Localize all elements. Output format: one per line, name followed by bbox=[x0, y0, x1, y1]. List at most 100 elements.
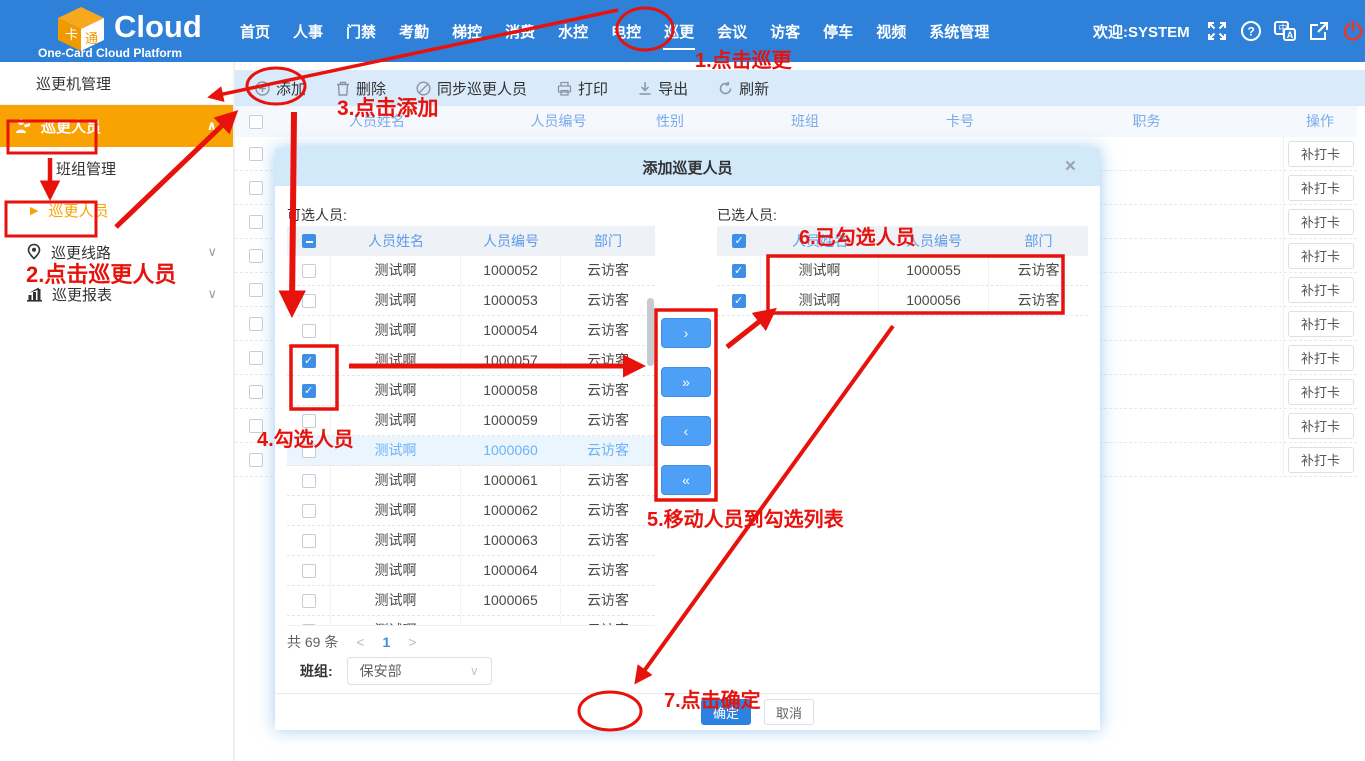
row-checkbox[interactable] bbox=[302, 564, 316, 578]
nav-item[interactable]: 访客 bbox=[768, 17, 802, 46]
add-button[interactable]: 添加 bbox=[255, 78, 306, 99]
available-row[interactable]: 测试啊 1000061 云访客 bbox=[287, 466, 655, 496]
row-checkbox[interactable] bbox=[249, 283, 263, 297]
patch-card-button[interactable]: 补打卡 bbox=[1288, 413, 1354, 439]
patch-card-button[interactable]: 补打卡 bbox=[1288, 277, 1354, 303]
row-checkbox[interactable] bbox=[249, 385, 263, 399]
selected-row[interactable]: 测试啊 1000056 云访客 bbox=[717, 286, 1088, 316]
patch-card-button[interactable]: 补打卡 bbox=[1288, 175, 1354, 201]
help-icon[interactable]: ? bbox=[1239, 19, 1263, 43]
export-button[interactable]: 导出 bbox=[638, 78, 688, 99]
sidebar-item-machine-mgmt[interactable]: 巡更机管理 bbox=[0, 62, 233, 105]
patch-card-button[interactable]: 补打卡 bbox=[1288, 447, 1354, 473]
available-row[interactable]: 测试啊 1000062 云访客 bbox=[287, 496, 655, 526]
patch-card-button[interactable]: 补打卡 bbox=[1288, 141, 1354, 167]
nav-item[interactable]: 首页 bbox=[238, 17, 272, 46]
scrollbar-thumb[interactable] bbox=[647, 298, 654, 366]
sidebar-item-team-mgmt[interactable]: 班组管理 bbox=[0, 147, 233, 189]
nav-item[interactable]: 系统管理 bbox=[927, 17, 991, 46]
prev-page-icon[interactable]: < bbox=[356, 634, 364, 650]
row-checkbox[interactable] bbox=[302, 594, 316, 608]
row-checkbox[interactable] bbox=[249, 453, 263, 467]
nav-item[interactable]: 人事 bbox=[291, 17, 325, 46]
external-link-icon[interactable] bbox=[1307, 19, 1331, 43]
nav-item[interactable]: 电控 bbox=[609, 17, 643, 46]
chevron-down-icon: ∨ bbox=[470, 664, 479, 678]
row-checkbox[interactable] bbox=[302, 474, 316, 488]
available-row[interactable]: 测试啊 1000053 云访客 bbox=[287, 286, 655, 316]
available-row[interactable]: 测试啊 1000058 云访客 bbox=[287, 376, 655, 406]
download-icon bbox=[638, 81, 652, 96]
sidebar-item-patrol-route[interactable]: 巡更线路 ∨ bbox=[0, 231, 233, 273]
pagination: 共 69 条 < 1 > bbox=[287, 632, 417, 652]
nav-item[interactable]: 考勤 bbox=[397, 17, 431, 46]
nav-item[interactable]: 视频 bbox=[874, 17, 908, 46]
nav-item[interactable]: 停车 bbox=[821, 17, 855, 46]
patch-card-button[interactable]: 补打卡 bbox=[1288, 209, 1354, 235]
available-row[interactable]: 测试啊 1000065 云访客 bbox=[287, 586, 655, 616]
available-row[interactable]: 测试啊 1000066 云访客 bbox=[287, 616, 655, 626]
current-page[interactable]: 1 bbox=[383, 634, 391, 650]
row-checkbox[interactable] bbox=[249, 317, 263, 331]
patch-card-button[interactable]: 补打卡 bbox=[1288, 311, 1354, 337]
transfer-button[interactable]: › bbox=[661, 318, 711, 348]
nav-item[interactable]: 巡更 bbox=[662, 17, 696, 46]
nav-item[interactable]: 水控 bbox=[556, 17, 590, 46]
sidebar-item-patrol-report[interactable]: 巡更报表 ∨ bbox=[0, 273, 233, 315]
row-checkbox[interactable] bbox=[302, 264, 316, 278]
row-checkbox[interactable] bbox=[302, 384, 316, 398]
sidebar-item-patrol-person-parent[interactable]: 巡更人员 ∧ bbox=[0, 105, 233, 147]
patch-card-button[interactable]: 补打卡 bbox=[1288, 379, 1354, 405]
row-checkbox[interactable] bbox=[732, 294, 746, 308]
close-icon[interactable]: × bbox=[1065, 156, 1076, 178]
transfer-button[interactable]: « bbox=[661, 465, 711, 495]
available-row[interactable]: 测试啊 1000052 云访客 bbox=[287, 256, 655, 286]
patch-card-button[interactable]: 补打卡 bbox=[1288, 345, 1354, 371]
cancel-button[interactable]: 取消 bbox=[764, 699, 814, 725]
refresh-button[interactable]: 刷新 bbox=[718, 78, 769, 99]
select-all-checkbox[interactable] bbox=[249, 115, 263, 129]
row-checkbox[interactable] bbox=[732, 264, 746, 278]
row-checkbox[interactable] bbox=[302, 294, 316, 308]
nav-item[interactable]: 会议 bbox=[715, 17, 749, 46]
power-icon[interactable] bbox=[1341, 19, 1365, 43]
row-checkbox[interactable] bbox=[249, 351, 263, 365]
available-row[interactable]: 测试啊 1000060 云访客 bbox=[287, 436, 655, 466]
team-select[interactable]: 保安部 ∨ bbox=[347, 657, 492, 685]
available-row[interactable]: 测试啊 1000054 云访客 bbox=[287, 316, 655, 346]
available-row[interactable]: 测试啊 1000059 云访客 bbox=[287, 406, 655, 436]
row-checkbox[interactable] bbox=[249, 419, 263, 433]
delete-button[interactable]: 删除 bbox=[336, 78, 386, 99]
available-row[interactable]: 测试啊 1000063 云访客 bbox=[287, 526, 655, 556]
print-button[interactable]: 打印 bbox=[557, 78, 608, 99]
ok-button[interactable]: 确定 bbox=[701, 699, 751, 725]
row-checkbox[interactable] bbox=[302, 354, 316, 368]
fullscreen-icon[interactable] bbox=[1205, 19, 1229, 43]
nav-item[interactable]: 消费 bbox=[503, 17, 537, 46]
row-checkbox[interactable] bbox=[302, 414, 316, 428]
sidebar-item-patrol-person-sub[interactable]: ▶ 巡更人员 bbox=[0, 189, 233, 231]
nav-item[interactable]: 梯控 bbox=[450, 17, 484, 46]
row-checkbox[interactable] bbox=[302, 324, 316, 338]
selected-select-all-checkbox[interactable] bbox=[732, 234, 746, 248]
row-checkbox[interactable] bbox=[302, 504, 316, 518]
row-checkbox[interactable] bbox=[249, 249, 263, 263]
translate-icon[interactable]: 中 A bbox=[1273, 19, 1297, 43]
transfer-button[interactable]: ‹ bbox=[661, 416, 711, 446]
available-row[interactable]: 测试啊 1000064 云访客 bbox=[287, 556, 655, 586]
available-select-all-checkbox[interactable] bbox=[302, 234, 316, 248]
selected-row[interactable]: 测试啊 1000055 云访客 bbox=[717, 256, 1088, 286]
row-checkbox[interactable] bbox=[249, 181, 263, 195]
row-checkbox[interactable] bbox=[249, 215, 263, 229]
next-page-icon[interactable]: > bbox=[408, 634, 416, 650]
nav-item[interactable]: 门禁 bbox=[344, 17, 378, 46]
sync-button[interactable]: 同步巡更人员 bbox=[416, 78, 527, 99]
transfer-button[interactable]: » bbox=[661, 367, 711, 397]
row-checkbox[interactable] bbox=[302, 534, 316, 548]
row-checkbox[interactable] bbox=[302, 444, 316, 458]
available-row[interactable]: 测试啊 1000057 云访客 bbox=[287, 346, 655, 376]
row-checkbox[interactable] bbox=[302, 624, 316, 627]
row-checkbox[interactable] bbox=[249, 147, 263, 161]
chevron-up-icon: ∧ bbox=[206, 118, 217, 134]
patch-card-button[interactable]: 补打卡 bbox=[1288, 243, 1354, 269]
